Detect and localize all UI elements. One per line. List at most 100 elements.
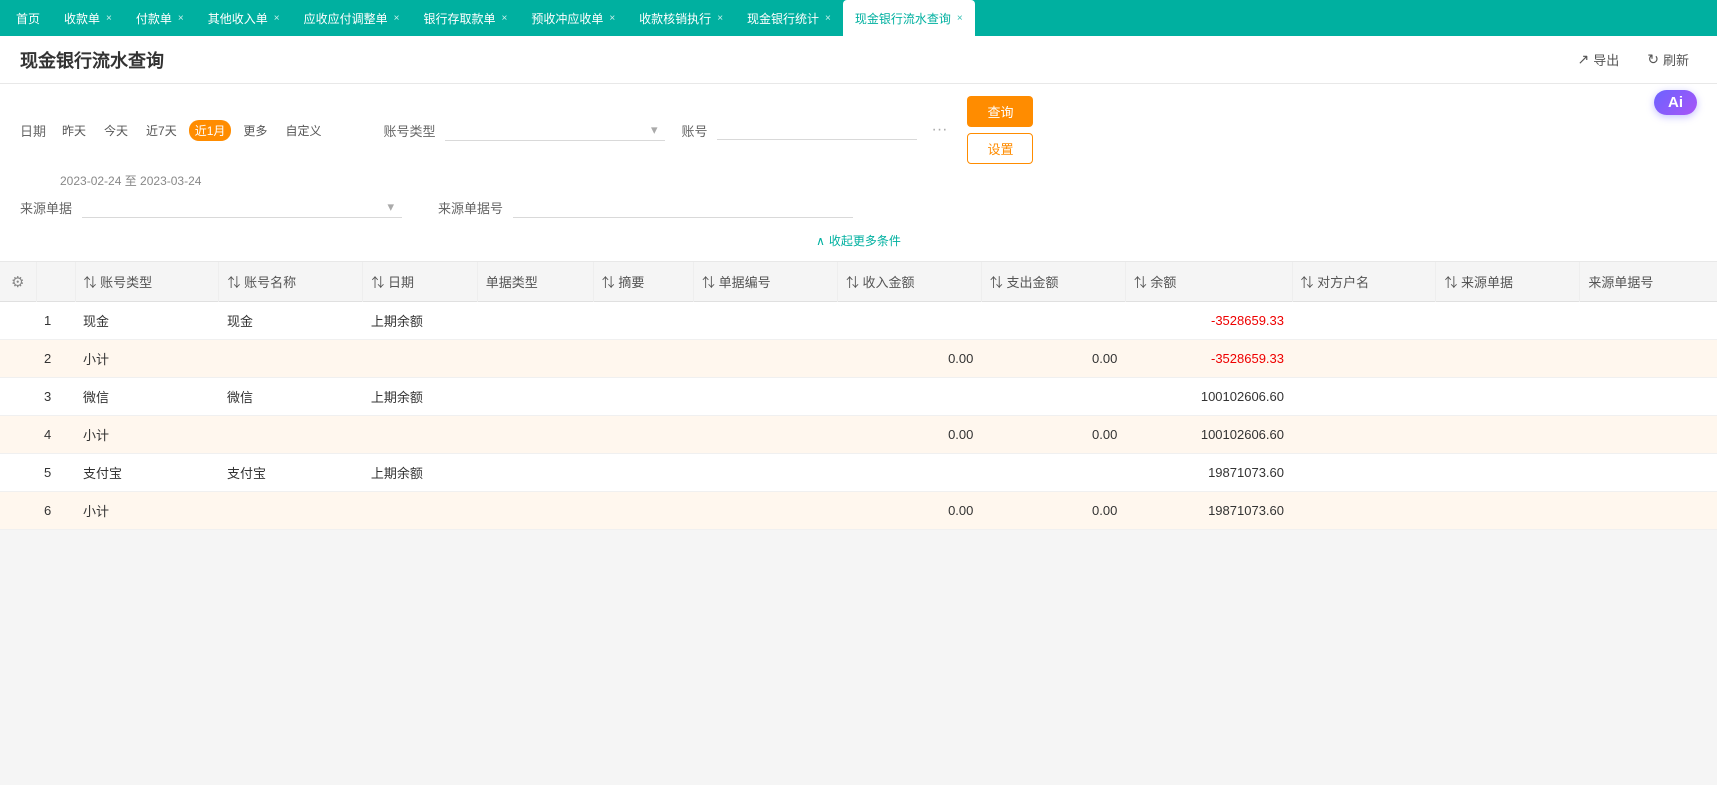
nav-tab-bank-deposit[interactable]: 银行存取款单 ×	[411, 0, 519, 36]
td-doc-no	[694, 302, 838, 340]
nav-tab-cashflow[interactable]: 现金银行流水查询 ×	[843, 0, 975, 36]
account-input[interactable]	[717, 120, 917, 140]
nav-home-label: 首页	[16, 10, 40, 27]
close-icon[interactable]: ×	[106, 13, 112, 24]
table-row: 5 支付宝 支付宝 上期余额 19871073.60	[0, 454, 1717, 492]
td-source-doc	[1436, 454, 1580, 492]
date-range-text: 2023-02-24 至 2023-03-24	[60, 174, 201, 188]
td-no: 4	[36, 416, 75, 454]
account-label: 账号	[681, 121, 707, 140]
nav-tab-label: 付款单	[136, 10, 172, 27]
th-no	[36, 262, 75, 302]
td-account-name: 微信	[219, 378, 363, 416]
td-source-doc	[1436, 340, 1580, 378]
td-account-name: 支付宝	[219, 454, 363, 492]
nav-tab-verify[interactable]: 收款核销执行 ×	[627, 0, 735, 36]
td-summary	[593, 302, 693, 340]
chevron-down-icon: ▾	[651, 122, 658, 138]
filter-area: 日期 昨天 今天 近7天 近1月 更多 自定义 账号类型 ▾ 账号 ···	[0, 84, 1717, 262]
close-icon[interactable]: ×	[957, 13, 963, 24]
account-filter: 账号 ···	[681, 120, 951, 140]
th-account-name: ⇅ 账号名称	[219, 262, 363, 302]
close-icon[interactable]: ×	[825, 13, 831, 24]
td-source-doc	[1436, 378, 1580, 416]
table-row: 6 小计 0.00 0.00 19871073.60	[0, 492, 1717, 530]
date-opt-more[interactable]: 更多	[237, 120, 273, 141]
nav-tab-adjustment[interactable]: 应收应付调整单 ×	[292, 0, 412, 36]
td-balance: 19871073.60	[1125, 454, 1292, 492]
td-date	[363, 416, 477, 454]
td-balance: -3528659.33	[1125, 302, 1292, 340]
td-summary	[593, 416, 693, 454]
td-source-doc	[1436, 492, 1580, 530]
td-source-doc-no	[1580, 378, 1717, 416]
filter-row-1: 日期 昨天 今天 近7天 近1月 更多 自定义 账号类型 ▾ 账号 ···	[20, 96, 1697, 164]
td-counterparty	[1292, 492, 1436, 530]
table-row: 2 小计 0.00 0.00 -3528659.33	[0, 340, 1717, 378]
td-settings	[0, 378, 36, 416]
collapse-bar[interactable]: ∧ 收起更多条件	[20, 226, 1697, 249]
close-icon[interactable]: ×	[609, 13, 615, 24]
source-doc-no-filter: 来源单据号	[438, 198, 853, 218]
close-icon[interactable]: ×	[501, 13, 507, 24]
td-no: 6	[36, 492, 75, 530]
date-options: 昨天 今天 近7天 近1月 更多 自定义	[56, 120, 327, 141]
source-doc-select[interactable]: ▾	[82, 197, 402, 218]
td-summary	[593, 340, 693, 378]
td-doc-type	[477, 302, 593, 340]
nav-tab-stats[interactable]: 现金银行统计 ×	[735, 0, 843, 36]
td-source-doc-no	[1580, 416, 1717, 454]
date-opt-7days[interactable]: 近7天	[140, 120, 183, 141]
nav-tab-other-income[interactable]: 其他收入单 ×	[196, 0, 292, 36]
close-icon[interactable]: ×	[178, 13, 184, 24]
date-opt-yesterday[interactable]: 昨天	[56, 120, 92, 141]
th-income: ⇅ 收入金额	[837, 262, 981, 302]
export-button[interactable]: ↗ 导出	[1570, 46, 1628, 73]
td-balance: 100102606.60	[1125, 378, 1292, 416]
source-doc-no-input[interactable]	[513, 198, 853, 218]
nav-tab-label: 银行存取款单	[423, 10, 495, 27]
td-source-doc-no	[1580, 302, 1717, 340]
date-label: 日期	[20, 121, 46, 140]
th-source-doc-no: 来源单据号	[1580, 262, 1717, 302]
nav-home[interactable]: 首页	[4, 0, 52, 36]
date-opt-1month[interactable]: 近1月	[189, 120, 232, 141]
td-expense: 0.00	[981, 340, 1125, 378]
td-account-name: 现金	[219, 302, 363, 340]
nav-tab-shoukuan[interactable]: 收款单 ×	[52, 0, 124, 36]
ai-badge[interactable]: Ai	[1654, 90, 1697, 115]
filter-row-2: 来源单据 ▾ 来源单据号	[20, 197, 1697, 218]
nav-tab-prepay[interactable]: 预收冲应收单 ×	[519, 0, 627, 36]
account-type-select[interactable]: ▾	[445, 120, 665, 141]
date-opt-custom[interactable]: 自定义	[279, 120, 327, 141]
date-range-display: 2023-02-24 至 2023-03-24	[56, 172, 1697, 189]
td-account-type: 小计	[75, 340, 219, 378]
td-date: 上期余额	[363, 378, 477, 416]
query-button[interactable]: 查询	[967, 96, 1033, 127]
td-expense: 0.00	[981, 416, 1125, 454]
close-icon[interactable]: ×	[274, 13, 280, 24]
refresh-button[interactable]: ↻ 刷新	[1639, 46, 1697, 73]
date-opt-today[interactable]: 今天	[98, 120, 134, 141]
td-account-name	[219, 416, 363, 454]
td-doc-no	[694, 378, 838, 416]
td-counterparty	[1292, 302, 1436, 340]
nav-tab-fukuan[interactable]: 付款单 ×	[124, 0, 196, 36]
nav-tab-label: 收款单	[64, 10, 100, 27]
close-icon[interactable]: ×	[717, 13, 723, 24]
setting-button[interactable]: 设置	[967, 133, 1033, 164]
td-doc-no	[694, 416, 838, 454]
td-account-name	[219, 340, 363, 378]
table-container: ⚙ ⇅ 账号类型 ⇅ 账号名称 ⇅ 日期 单据类型 ⇅ 摘要 ⇅ 单据编号 ⇅ …	[0, 262, 1717, 530]
close-icon[interactable]: ×	[394, 13, 400, 24]
th-counterparty: ⇅ 对方户名	[1292, 262, 1436, 302]
export-icon: ↗	[1578, 51, 1590, 68]
td-date: 上期余额	[363, 302, 477, 340]
more-dots-icon[interactable]: ···	[927, 121, 951, 139]
gear-icon[interactable]: ⚙	[11, 274, 24, 291]
td-income	[837, 454, 981, 492]
source-doc-label: 来源单据	[20, 198, 72, 217]
td-no: 3	[36, 378, 75, 416]
nav-tab-label: 预收冲应收单	[531, 10, 603, 27]
td-no: 1	[36, 302, 75, 340]
